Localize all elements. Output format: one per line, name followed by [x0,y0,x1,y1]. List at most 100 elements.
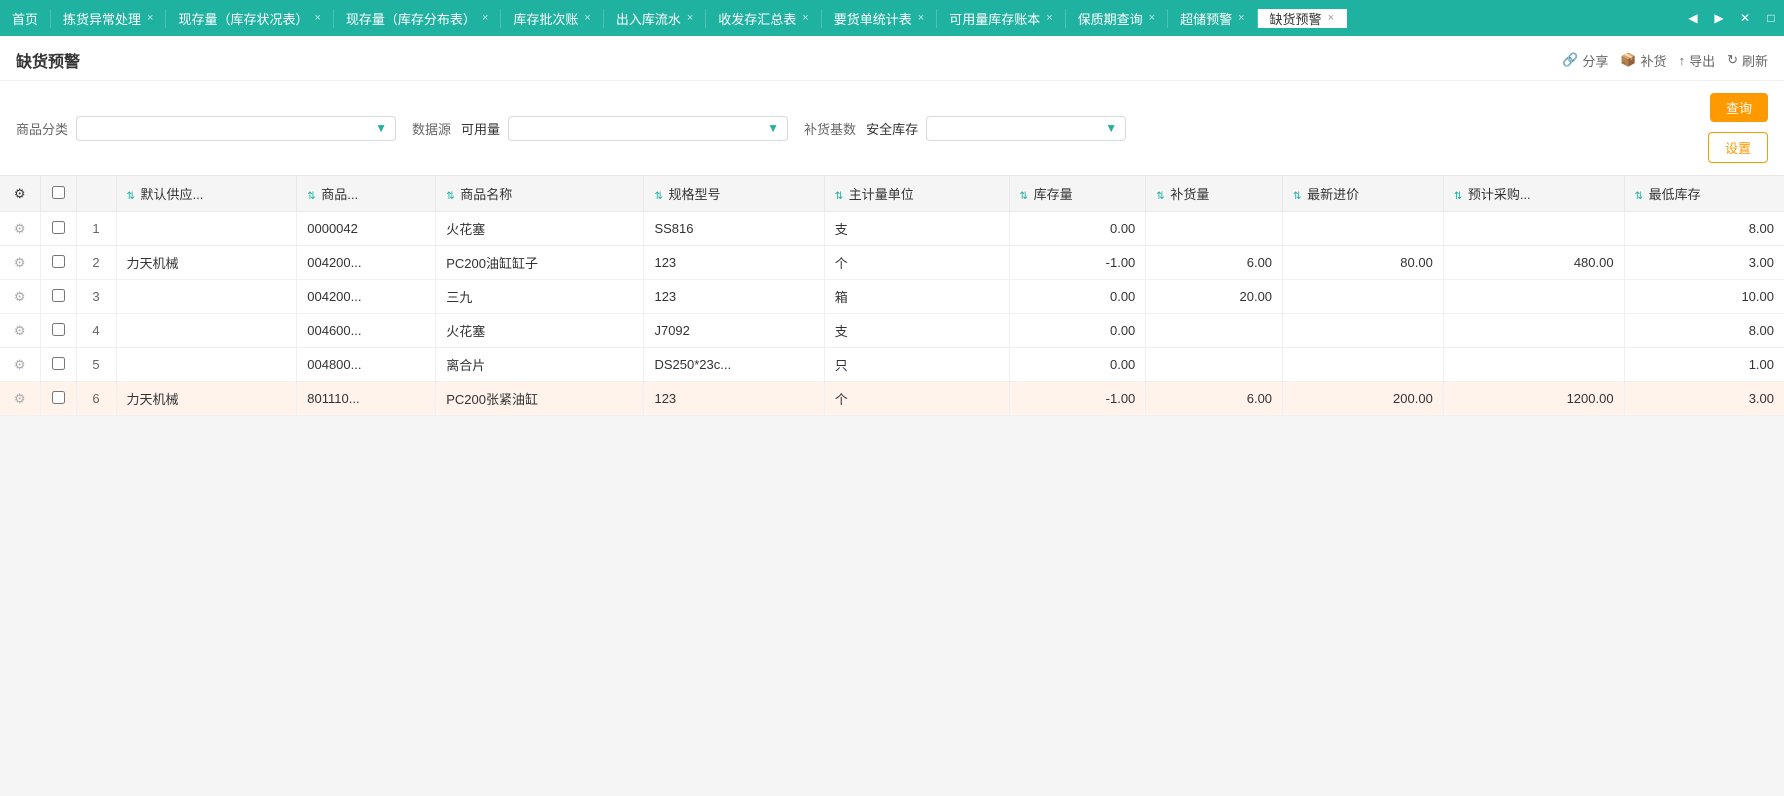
row-checkbox-cell-0[interactable] [40,212,76,246]
tab-close-all-btn[interactable]: ✕ [1732,11,1758,25]
row-goods-code-1: 004200... [297,246,436,280]
col-min-stock-header[interactable]: ⇅ 最低库存 [1624,176,1784,212]
col-est-purchase-header[interactable]: ⇅ 预计采购... [1443,176,1624,212]
query-button[interactable]: 查询 [1710,93,1768,122]
row-latest-price-1: 80.00 [1283,246,1444,280]
col-goods-code-header[interactable]: ⇅ 商品... [297,176,436,212]
row-checkbox-cell-2[interactable] [40,280,76,314]
tab-expand-btn[interactable]: □ [1758,11,1784,25]
row-stock-0: 0.00 [1009,212,1146,246]
col-latest-price-header[interactable]: ⇅ 最新进价 [1283,176,1444,212]
gear-icon: ⚙ [14,357,26,372]
row-replenish-3 [1146,314,1283,348]
tab-close-stock2[interactable]: × [482,12,488,24]
row-gear-4[interactable]: ⚙ [0,348,40,382]
row-supplier-0 [116,212,297,246]
refresh-action[interactable]: ↻ 刷新 [1727,51,1768,70]
tab-collect[interactable]: 收发存汇总表 × [706,9,821,28]
tab-shortage[interactable]: 缺货预警× [1258,9,1347,28]
tab-home[interactable]: 首页 [0,9,51,28]
datasource-select[interactable]: ▼ [508,116,788,141]
row-gear-2[interactable]: ⚙ [0,280,40,314]
row-latest-price-3 [1283,314,1444,348]
goods-code-sort-icon: ⇅ [307,191,315,202]
row-checkbox-5[interactable] [52,391,65,404]
col-unit-header[interactable]: ⇅ 主计量单位 [824,176,1009,212]
tab-label-collect: 收发存汇总表 [718,9,796,28]
tab-stock2[interactable]: 现存量（库存分布表） × [334,9,501,28]
tab-label-available: 可用量库存账本 [949,9,1040,28]
row-gear-1[interactable]: ⚙ [0,246,40,280]
tab-close-overstock[interactable]: × [1238,12,1244,24]
row-checkbox-cell-3[interactable] [40,314,76,348]
col-goods-name-header[interactable]: ⇅ 商品名称 [436,176,644,212]
table-header-row: ⚙ ⇅ 默认供应... ⇅ 商品... ⇅ [0,176,1784,212]
tab-close-batch[interactable]: × [584,12,590,24]
category-select[interactable]: ▼ [76,116,396,141]
tab-available[interactable]: 可用量库存账本 × [937,9,1065,28]
tab-expiry[interactable]: 保质期查询× [1066,9,1168,28]
setting-button[interactable]: 设置 [1708,132,1768,163]
tab-label-overstock: 超储预警 [1180,9,1232,28]
tab-order[interactable]: 要货单统计表× [822,9,937,28]
col-gear-header[interactable]: ⚙ [0,176,40,212]
data-table: ⚙ ⇅ 默认供应... ⇅ 商品... ⇅ [0,175,1784,416]
export-action[interactable]: ↑ 导出 [1679,51,1716,70]
est-purchase-header-label: 预计采购... [1468,187,1531,202]
tab-close-available[interactable]: × [1046,12,1052,24]
row-checkbox-cell-1[interactable] [40,246,76,280]
row-checkbox-4[interactable] [52,357,65,370]
row-checkbox-2[interactable] [52,289,65,302]
row-gear-0[interactable]: ⚙ [0,212,40,246]
replenish-action[interactable]: 📦 补货 [1620,51,1666,70]
gear-icon: ⚙ [14,221,26,236]
row-unit-4: 只 [824,348,1009,382]
row-min-stock-5: 3.00 [1624,382,1784,416]
gear-icon: ⚙ [14,255,26,270]
datasource-value: 可用量 [461,119,500,138]
tab-next-btn[interactable]: ▶ [1706,11,1732,25]
row-replenish-4 [1146,348,1283,382]
select-all-checkbox[interactable] [52,186,65,199]
row-latest-price-0 [1283,212,1444,246]
tab-overstock[interactable]: 超储预警 × [1168,9,1257,28]
col-spec-header[interactable]: ⇅ 规格型号 [644,176,824,212]
row-checkbox-cell-5[interactable] [40,382,76,416]
tab-label-stock2: 现存量（库存分布表） [346,9,476,28]
tab-close-stock1[interactable]: × [314,12,320,24]
row-unit-2: 箱 [824,280,1009,314]
tab-label-stock1: 现存量（库存状况表） [178,9,308,28]
col-checkbox-header[interactable] [40,176,76,212]
row-checkbox-cell-4[interactable] [40,348,76,382]
tab-close-expiry[interactable]: × [1149,12,1155,24]
replenish-base-select[interactable]: ▼ [926,116,1126,141]
tab-refine[interactable]: 拣货异常处理× [51,9,166,28]
row-gear-5[interactable]: ⚙ [0,382,40,416]
tab-label-inout: 出入库流水 [616,9,681,28]
col-replenish-header[interactable]: ⇅ 补货量 [1146,176,1283,212]
page-title: 缺货预警 [16,48,80,72]
page-header: 缺货预警 🔗 分享 📦 补货 ↑ 导出 ↻ 刷新 [0,36,1784,81]
tab-close-collect[interactable]: × [802,12,808,24]
tab-inout[interactable]: 出入库流水 × [604,9,706,28]
row-stock-2: 0.00 [1009,280,1146,314]
row-checkbox-3[interactable] [52,323,65,336]
datasource-select-value [517,121,763,136]
replenish-label: 补货 [1641,51,1667,70]
row-est-purchase-4 [1443,348,1624,382]
tab-close-order[interactable]: × [918,12,924,24]
tab-close-shortage[interactable]: × [1328,12,1334,24]
col-stock-header[interactable]: ⇅ 库存量 [1009,176,1146,212]
tab-batch[interactable]: 库存批次账× [501,9,603,28]
tab-close-inout[interactable]: × [687,12,693,24]
tab-stock1[interactable]: 现存量（库存状况表） × [166,9,333,28]
tab-prev-btn[interactable]: ◀ [1680,11,1706,25]
row-gear-3[interactable]: ⚙ [0,314,40,348]
row-checkbox-1[interactable] [52,255,65,268]
row-checkbox-0[interactable] [52,221,65,234]
tab-close-refine[interactable]: × [147,12,153,24]
replenish-base-label: 补货基数 [804,119,856,138]
row-min-stock-4: 1.00 [1624,348,1784,382]
share-action[interactable]: 🔗 分享 [1562,51,1608,70]
col-supplier-header[interactable]: ⇅ 默认供应... [116,176,297,212]
